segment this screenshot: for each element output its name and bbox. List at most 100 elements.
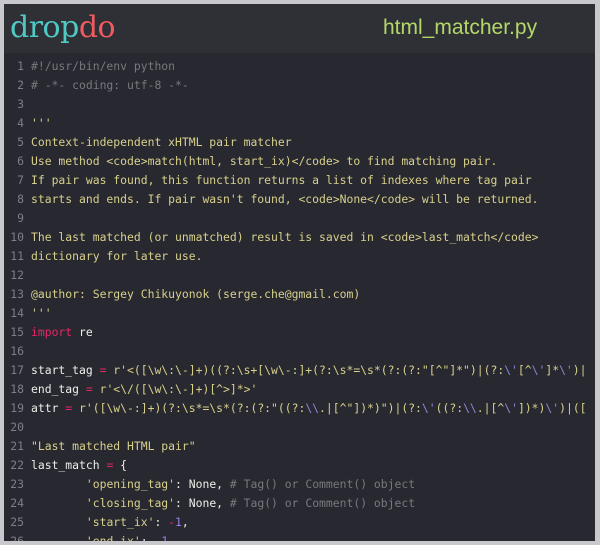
line-number: 20	[10, 420, 24, 434]
line-number: 13	[10, 287, 24, 301]
line-text: 'closing_tag': None, # Tag() or Comment(…	[24, 494, 415, 513]
code-line: 21 "Last matched HTML pair"	[4, 437, 595, 456]
token-esc: \'	[531, 363, 546, 377]
token-plain: : None,	[175, 496, 230, 510]
line-number: 10	[10, 230, 24, 244]
token-str: "Last matched HTML pair"	[31, 439, 196, 453]
token-op: =	[85, 382, 93, 396]
header-bar: dropdo html_matcher.py	[4, 4, 595, 53]
code-line: 20	[4, 418, 595, 437]
token-op: -	[168, 515, 176, 529]
line-number: 11	[10, 249, 24, 263]
line-number: 1	[17, 59, 24, 73]
line-number: 21	[10, 439, 24, 453]
token-str: 'closing_tag'	[85, 496, 176, 510]
code-line: 12	[4, 266, 595, 285]
token-str: )|([	[559, 401, 587, 415]
line-text: import re	[24, 323, 93, 342]
code-listing[interactable]: 1 #!/usr/bin/env python 2 # -*- coding: utf…	[4, 57, 595, 541]
code-line: 8 starts and ends. If pair wasn't found, …	[4, 190, 595, 209]
line-number: 25	[10, 515, 24, 529]
token-str: r'([\w\-:]+)(?:\s*=\s*(?:(?:"((?:	[72, 401, 306, 415]
line-text: @author: Sergey Chikuyonok (serge.che@gm…	[24, 285, 360, 304]
line-number: 5	[17, 135, 24, 149]
token-str: dictionary for later use.	[31, 249, 203, 263]
line-number: 4	[17, 116, 24, 130]
token-str: ((?:	[435, 401, 464, 415]
line-number: 7	[17, 173, 24, 187]
line-text: 'start_ix': -1,	[24, 513, 189, 532]
token-str: [^	[517, 363, 532, 377]
line-text: Use method <code>match(html, start_ix)</…	[24, 152, 497, 171]
code-line: 13 @author: Sergey Chikuyonok (serge.che@…	[4, 285, 595, 304]
token-esc: \\	[463, 401, 477, 415]
code-line: 24 'closing_tag': None, # Tag() or Comme…	[4, 494, 595, 513]
line-text	[24, 342, 31, 361]
token-str: @author: Sergey Chikuyonok (serge.che@gm…	[31, 287, 361, 301]
line-text: start_tag = r'<([\w\:\-]+)((?:\s+[\w\-:]…	[24, 361, 587, 380]
logo-part-drop: drop	[10, 10, 79, 45]
code-line: 18 end_tag = r'<\/([\w\:\-]+)[^>]*>'	[4, 380, 595, 399]
code-line: 25 'start_ix': -1,	[4, 513, 595, 532]
line-text: '''	[24, 114, 52, 133]
line-number: 3	[17, 97, 24, 111]
token-str: 'start_ix'	[85, 515, 155, 529]
line-text: 'end_ix': -1	[24, 532, 168, 541]
line-text	[24, 418, 31, 437]
line-text: '''	[24, 304, 52, 323]
code-line: 1 #!/usr/bin/env python	[4, 57, 595, 76]
code-line: 10 The last matched (or unmatched) result…	[4, 228, 595, 247]
line-text: The last matched (or unmatched) result i…	[24, 228, 538, 247]
token-com: # -*- coding: utf-8 -*-	[31, 78, 189, 92]
token-str: .|[^"])*)")|(?:	[319, 401, 422, 415]
code-line: 7 If pair was found, this function return…	[4, 171, 595, 190]
line-number: 2	[17, 78, 24, 92]
token-kw: import	[31, 325, 73, 339]
code-line: 4 '''	[4, 114, 595, 133]
line-text: 'opening_tag': None, # Tag() or Comment(…	[24, 475, 415, 494]
line-number: 19	[10, 401, 24, 415]
code-line: 2 # -*- coding: utf-8 -*-	[4, 76, 595, 95]
line-number: 22	[10, 458, 24, 472]
line-text: Context-independent xHTML pair matcher	[24, 133, 292, 152]
line-text	[24, 95, 31, 114]
token-plain: ,	[181, 515, 189, 529]
file-name-title: html_matcher.py	[383, 16, 538, 39]
line-number: 23	[10, 477, 24, 491]
token-plain: : None,	[175, 477, 230, 491]
code-line: 19 attr = r'([\w\-:]+)(?:\s*=\s*(?:(?:"((…	[4, 399, 595, 418]
token-str: ])*)	[517, 401, 546, 415]
line-number: 6	[17, 154, 24, 168]
token-plain: attr	[31, 401, 66, 415]
token-num: 1	[175, 515, 182, 529]
line-number: 24	[10, 496, 24, 510]
token-str: '''	[31, 306, 52, 320]
code-line: 14 '''	[4, 304, 595, 323]
line-number: 9	[17, 211, 24, 225]
line-text	[24, 266, 31, 285]
code-line: 22 last_match = {	[4, 456, 595, 475]
token-esc: \'	[504, 401, 518, 415]
token-esc: \'	[504, 363, 518, 377]
token-esc: \'	[421, 401, 436, 415]
code-viewer-frame: dropdo html_matcher.py 1 #!/usr/bin/env p…	[4, 4, 595, 541]
token-str: 'opening_tag'	[85, 477, 176, 491]
code-line: 5 Context-independent xHTML pair matcher	[4, 133, 595, 152]
token-plain: last_match	[31, 458, 107, 472]
code-line: 3	[4, 95, 595, 114]
code-line: 15 import re	[4, 323, 595, 342]
dropdo-logo[interactable]: dropdo	[10, 8, 116, 48]
token-plain: re	[72, 325, 93, 339]
line-text: last_match = {	[24, 456, 127, 475]
token-str: 'end_ix'	[85, 534, 141, 541]
token-plain: :	[154, 515, 169, 529]
line-number: 14	[10, 306, 24, 320]
token-com: # Tag() or Comment() object	[229, 477, 416, 491]
token-str: r'<([\w\:\-]+)((?:\s+[\w\-:]+(?:\s*=\s*(…	[106, 363, 505, 377]
line-text: # -*- coding: utf-8 -*-	[24, 76, 189, 95]
line-text: starts and ends. If pair wasn't found, <…	[24, 190, 538, 209]
token-str: If pair was found, this function returns…	[31, 173, 532, 187]
